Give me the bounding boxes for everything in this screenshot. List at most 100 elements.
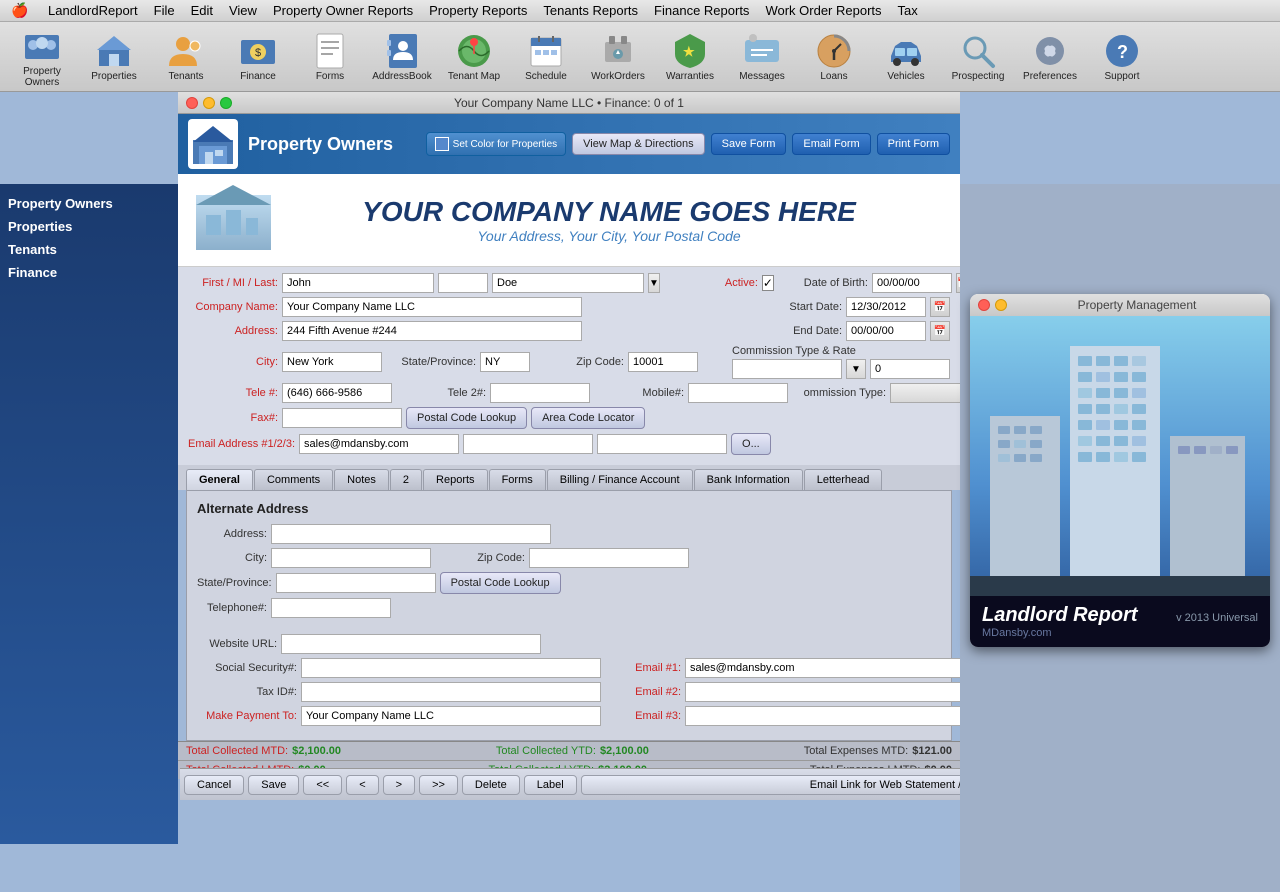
menu-file[interactable]: File [146,0,183,22]
comm-type-input[interactable] [890,383,960,403]
print-form-button[interactable]: Print Form [877,133,950,155]
set-color-button[interactable]: Set Color for Properties [426,132,567,156]
toolbar-vehicles[interactable]: Vehicles [872,26,940,88]
tab-bank[interactable]: Bank Information [694,469,803,490]
postal-code-lookup-button[interactable]: Postal Code Lookup [406,407,527,429]
save-button[interactable]: Save [248,775,299,795]
close-button[interactable] [186,97,198,109]
menu-edit[interactable]: Edit [183,0,221,22]
toolbar-finance[interactable]: $ Finance [224,26,292,88]
toolbar-messages[interactable]: Messages [728,26,796,88]
view-map-button[interactable]: View Map & Directions [572,133,704,155]
toolbar-support[interactable]: ? Support [1088,26,1156,88]
email1-field-input[interactable] [685,658,960,678]
mi-input[interactable] [438,273,488,293]
tab-comments[interactable]: Comments [254,469,333,490]
end-date-input[interactable] [846,321,926,341]
sidebar-item-property-owners[interactable]: Property Owners [8,192,170,215]
city-input[interactable] [282,352,382,372]
company-name-input[interactable] [282,297,582,317]
dob-input[interactable] [872,273,952,293]
end-date-calendar-icon[interactable]: 📅 [930,321,950,341]
toolbar-workorders[interactable]: WorkOrders [584,26,652,88]
tele-input[interactable] [282,383,392,403]
tele2-input[interactable] [490,383,590,403]
alt-postal-lookup-button[interactable]: Postal Code Lookup [440,572,561,594]
alt-address-input[interactable] [271,524,551,544]
menu-tenants-reports[interactable]: Tenants Reports [535,0,646,22]
toolbar-addressbook[interactable]: AddressBook [368,26,436,88]
sidebar-item-properties[interactable]: Properties [8,215,170,238]
taxid-input[interactable] [301,682,601,702]
save-form-button[interactable]: Save Form [711,133,787,155]
cancel-button[interactable]: Cancel [184,775,244,795]
prev-button[interactable]: < [346,775,378,795]
tab-forms[interactable]: Forms [489,469,546,490]
fax-input[interactable] [282,408,402,428]
toolbar-forms[interactable]: Forms [296,26,364,88]
last-name-input[interactable] [492,273,644,293]
toolbar-warranties[interactable]: ★ Warranties [656,26,724,88]
alt-telephone-input[interactable] [271,598,391,618]
commission-type-dropdown[interactable]: ▼ [846,359,866,379]
maximize-button[interactable] [220,97,232,109]
menu-view[interactable]: View [221,0,265,22]
minimize-button[interactable] [203,97,215,109]
toolbar-prospecting[interactable]: Prospecting [944,26,1012,88]
email-o-button[interactable]: O... [731,433,771,455]
state-input[interactable] [480,352,530,372]
menu-workorder-reports[interactable]: Work Order Reports [757,0,889,22]
tab-2[interactable]: 2 [390,469,422,490]
menu-property-reports[interactable]: Property Reports [421,0,535,22]
tab-reports[interactable]: Reports [423,469,488,490]
menu-landlordreport[interactable]: LandlordReport [40,0,146,22]
tab-letterhead[interactable]: Letterhead [804,469,883,490]
ssn-input[interactable] [301,658,601,678]
menu-property-owner-reports[interactable]: Property Owner Reports [265,0,421,22]
sidebar-item-tenants[interactable]: Tenants [8,238,170,261]
next-next-button[interactable]: >> [419,775,458,795]
mobile-input[interactable] [688,383,788,403]
email2-field-input[interactable] [685,682,960,702]
website-input[interactable] [281,634,541,654]
email-link-button[interactable]: Email Link for Web Statement / HTML [581,775,960,795]
email2-input[interactable] [463,434,593,454]
name-dropdown[interactable]: ▼ [648,273,660,293]
start-date-calendar-icon[interactable]: 📅 [930,297,950,317]
label-button[interactable]: Label [524,775,577,795]
zip-input[interactable] [628,352,698,372]
prev-prev-button[interactable]: << [303,775,342,795]
email3-field-input[interactable] [685,706,960,726]
email1-input[interactable] [299,434,459,454]
tab-general[interactable]: General [186,469,253,490]
active-checkbox[interactable]: ✓ [762,275,774,291]
menu-finance-reports[interactable]: Finance Reports [646,0,757,22]
email3-input[interactable] [597,434,727,454]
toolbar-tenants[interactable]: Tenants [152,26,220,88]
next-button[interactable]: > [383,775,415,795]
commission-type-select[interactable] [732,359,842,379]
apple-menu[interactable]: 🍎 [0,2,40,19]
toolbar-loans[interactable]: Loans [800,26,868,88]
tab-billing[interactable]: Billing / Finance Account [547,469,693,490]
start-date-input[interactable] [846,297,926,317]
email-form-button[interactable]: Email Form [792,133,870,155]
delete-button[interactable]: Delete [462,775,520,795]
area-code-locator-button[interactable]: Area Code Locator [531,407,645,429]
toolbar-schedule[interactable]: Schedule [512,26,580,88]
alt-city-input[interactable] [271,548,431,568]
promo-minimize[interactable] [995,299,1007,311]
promo-close[interactable] [978,299,990,311]
first-name-input[interactable] [282,273,434,293]
address-input[interactable] [282,321,582,341]
toolbar-property-owners[interactable]: Property Owners [8,26,76,88]
sidebar-item-finance[interactable]: Finance [8,261,170,284]
toolbar-preferences[interactable]: Preferences [1016,26,1084,88]
menu-tax[interactable]: Tax [890,0,926,22]
alt-state-input[interactable] [276,573,436,593]
payment-input[interactable] [301,706,601,726]
alt-zip-input[interactable] [529,548,689,568]
tab-notes[interactable]: Notes [334,469,389,490]
toolbar-tenantmap[interactable]: Tenant Map [440,26,508,88]
commission-rate-input[interactable] [870,359,950,379]
